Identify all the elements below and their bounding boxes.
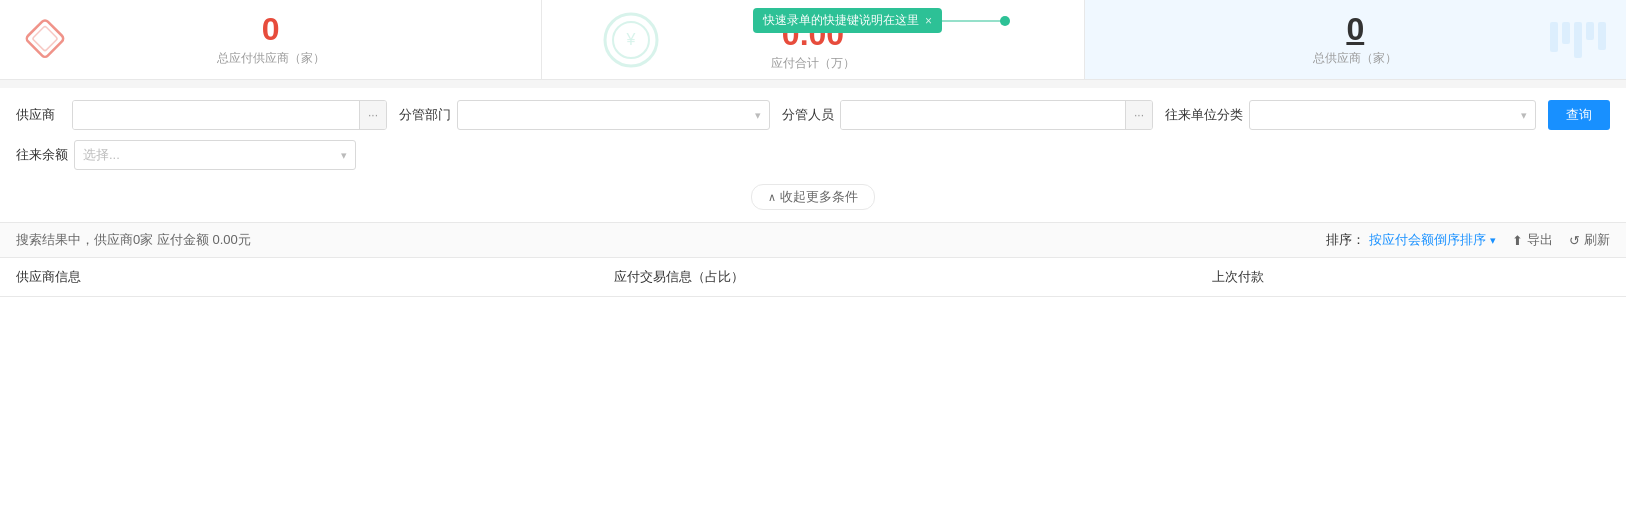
sort-label: 排序：: [1326, 231, 1365, 249]
person-label: 分管人员: [782, 106, 834, 124]
filter-area: 供应商 ··· 分管部门 ▾ 分管人员 ··· 往来单位分类: [0, 88, 1626, 223]
stat-total-suppliers: 0 总供应商（家）: [1085, 0, 1626, 79]
total-suppliers-label: 总供应商（家）: [1313, 50, 1397, 67]
bg-bars-icon: [1550, 22, 1606, 58]
balance-label: 往来余额: [16, 146, 68, 164]
filter-unit-category: 往来单位分类 ▾: [1165, 100, 1536, 130]
shortcut-tooltip: 快速录单的快捷键说明在这里 ×: [753, 8, 942, 33]
filter-supplier: 供应商 ···: [16, 100, 387, 130]
export-label: 导出: [1527, 231, 1553, 249]
total-suppliers-value: 0: [1346, 12, 1364, 47]
balance-select-text: 选择...: [83, 146, 120, 164]
tooltip-close-btn[interactable]: ×: [925, 14, 932, 28]
collapse-label: 收起更多条件: [780, 188, 858, 206]
tooltip-dot: [1000, 16, 1010, 26]
result-bar: 搜索结果中，供应商0家 应付金额 0.00元 排序： 按应付会额倒序排序 ▾ ⬆…: [0, 223, 1626, 258]
tooltip-text: 快速录单的快捷键说明在这里: [763, 12, 919, 29]
col-transaction-header: 应付交易信息（占比）: [614, 268, 1212, 286]
svg-rect-1: [32, 25, 57, 50]
balance-chevron-icon: ▾: [341, 149, 347, 162]
supplier-dots-btn[interactable]: ···: [359, 101, 386, 129]
sort-chevron-icon: ▾: [1490, 234, 1496, 247]
result-actions: 排序： 按应付会额倒序排序 ▾ ⬆ 导出 ↺ 刷新: [1326, 231, 1610, 249]
payable-suppliers-value: 0: [262, 12, 280, 47]
sort-value: 按应付会额倒序排序: [1369, 231, 1486, 249]
payable-total-label: 应付合计（万）: [771, 55, 855, 72]
department-select[interactable]: ▾: [457, 100, 770, 130]
sort-dropdown[interactable]: 排序： 按应付会额倒序排序 ▾: [1326, 231, 1496, 249]
balance-select[interactable]: 选择... ▾: [74, 140, 356, 170]
export-icon: ⬆: [1512, 233, 1523, 248]
supplier-label: 供应商: [16, 106, 66, 124]
collapse-button[interactable]: ∧ 收起更多条件: [751, 184, 875, 210]
export-button[interactable]: ⬆ 导出: [1512, 231, 1553, 249]
col-supplier-header: 供应商信息: [16, 268, 614, 286]
department-label: 分管部门: [399, 106, 451, 124]
supplier-input[interactable]: [73, 101, 359, 129]
filter-row-1: 供应商 ··· 分管部门 ▾ 分管人员 ··· 往来单位分类: [16, 100, 1610, 130]
stat-payable-suppliers: 0 总应付供应商（家）: [0, 0, 542, 79]
filter-department: 分管部门 ▾: [399, 100, 770, 130]
col-last-payment-header: 上次付款: [1212, 268, 1611, 286]
payable-suppliers-label: 总应付供应商（家）: [217, 50, 325, 67]
unit-category-select[interactable]: ▾: [1249, 100, 1536, 130]
person-input[interactable]: [841, 101, 1125, 129]
logo-diamond-icon: [20, 15, 70, 65]
supplier-input-wrapper[interactable]: ···: [72, 100, 387, 130]
refresh-icon: ↺: [1569, 233, 1580, 248]
table-body: [0, 297, 1626, 515]
result-summary: 搜索结果中，供应商0家 应付金额 0.00元: [16, 231, 251, 249]
table-header: 供应商信息 应付交易信息（占比） 上次付款: [0, 258, 1626, 297]
stat-payable-total: ¥ 快速录单的快捷键说明在这里 × 0.00 应付合计（万）: [542, 0, 1084, 79]
refresh-button[interactable]: ↺ 刷新: [1569, 231, 1610, 249]
unit-category-label: 往来单位分类: [1165, 106, 1243, 124]
collapse-row: ∧ 收起更多条件: [16, 180, 1610, 218]
query-button[interactable]: 查询: [1548, 100, 1610, 130]
refresh-label: 刷新: [1584, 231, 1610, 249]
svg-text:¥: ¥: [626, 31, 636, 48]
person-input-wrapper[interactable]: ···: [840, 100, 1153, 130]
department-chevron-icon: ▾: [755, 109, 761, 122]
unit-category-chevron-icon: ▾: [1521, 109, 1527, 122]
coin-icon: ¥: [602, 11, 660, 69]
filter-person: 分管人员 ···: [782, 100, 1153, 130]
filter-row-2: 往来余额 选择... ▾: [16, 140, 356, 170]
collapse-chevron-icon: ∧: [768, 191, 776, 204]
filter-balance: 往来余额 选择... ▾: [16, 140, 356, 170]
person-dots-btn[interactable]: ···: [1125, 101, 1152, 129]
svg-rect-0: [25, 18, 65, 58]
